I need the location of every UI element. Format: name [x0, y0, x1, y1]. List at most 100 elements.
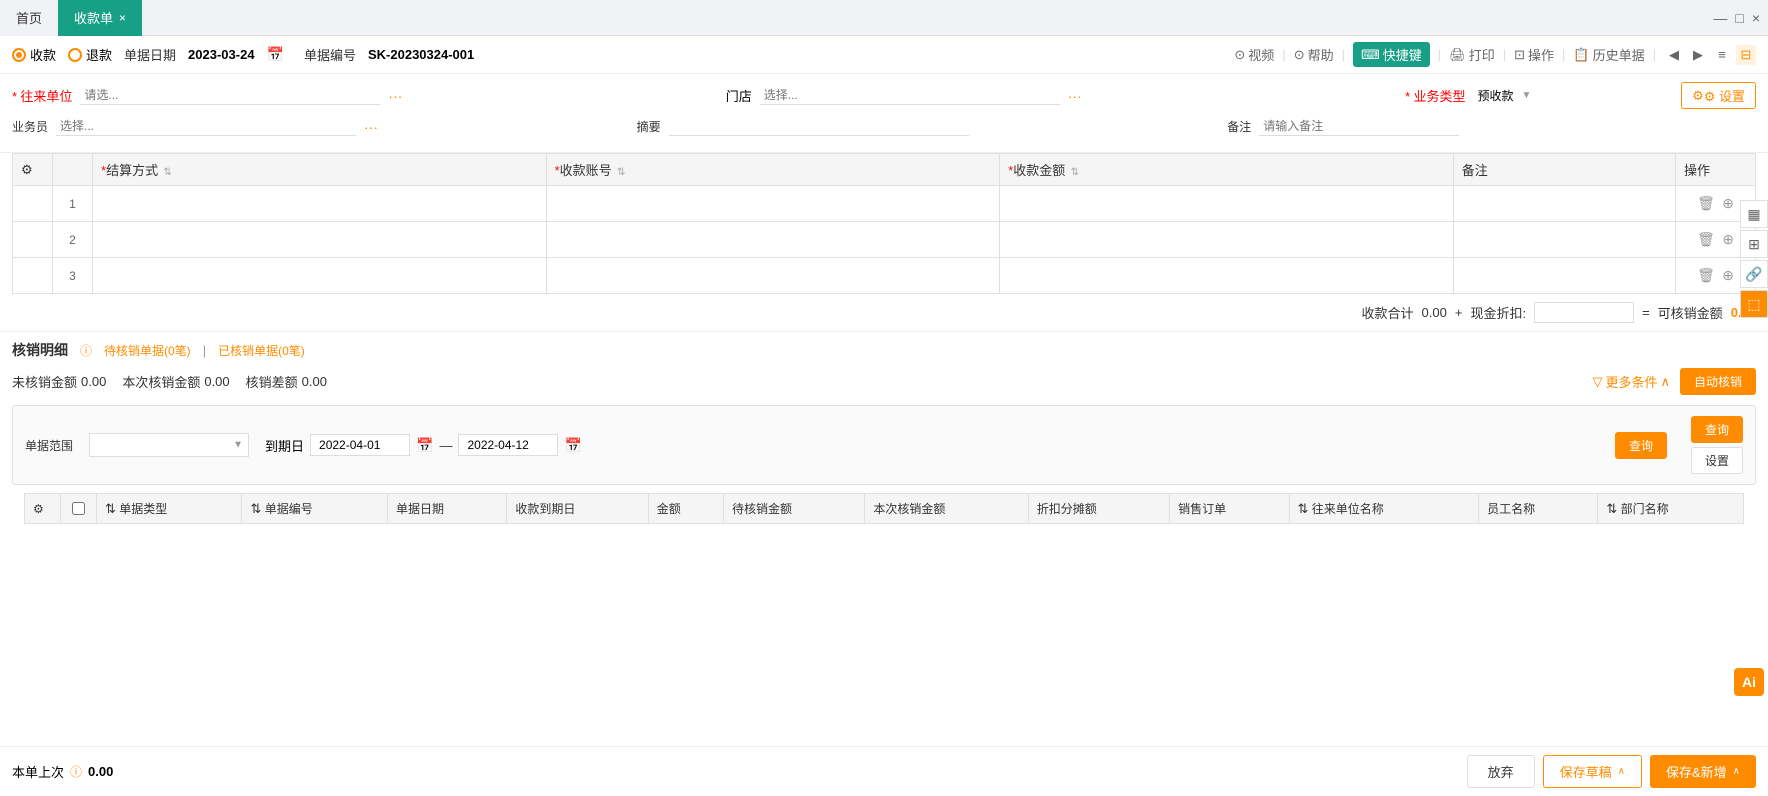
- row1-amount[interactable]: [1000, 186, 1454, 222]
- settings-btn[interactable]: ⚙ ⚙ 设置: [1681, 82, 1756, 109]
- total-value: 0.00: [1422, 305, 1447, 320]
- window-close-icon[interactable]: ×: [1752, 10, 1760, 26]
- row3-settlement[interactable]: [93, 258, 547, 294]
- save-draft-btn[interactable]: 保存草稿 ∧: [1543, 755, 1642, 788]
- gear-icon: ⚙: [21, 162, 33, 177]
- more-conditions-btn[interactable]: ▽ 更多条件 ∧: [1592, 372, 1670, 391]
- diff-value: 0.00: [302, 374, 327, 389]
- date-from-calendar-icon[interactable]: 📅: [416, 437, 433, 454]
- filter-auto-row: ▽ 更多条件 ∧ 自动核销: [1592, 368, 1756, 395]
- row2-delete-icon[interactable]: 🗑: [1697, 231, 1715, 247]
- btn-shortcut[interactable]: ⌨ 快捷键: [1353, 42, 1430, 67]
- th-amount-label: 收款金额: [1013, 163, 1065, 178]
- save-new-btn[interactable]: 保存&新增 ∧: [1650, 755, 1756, 788]
- arrow-right-icon[interactable]: ▶: [1688, 45, 1708, 65]
- number-value: SK-20230324-001: [368, 47, 474, 62]
- row2-account[interactable]: [546, 222, 1000, 258]
- verify-info-icon[interactable]: ⓘ: [80, 342, 92, 359]
- th-gear[interactable]: ⚙: [13, 154, 53, 186]
- setting-btn-2[interactable]: 设置: [1691, 447, 1743, 474]
- bottom-value: 0.00: [88, 764, 113, 779]
- btn-history[interactable]: 📋 历史单据: [1573, 45, 1644, 64]
- business-type-value: 预收款: [1477, 87, 1513, 104]
- row1-copy-icon[interactable]: ⊕: [1722, 195, 1734, 211]
- date-from-input[interactable]: [310, 434, 410, 456]
- query-btn[interactable]: 查询: [1615, 432, 1667, 459]
- float-link-icon[interactable]: 🔗: [1740, 260, 1768, 288]
- calendar-icon[interactable]: 📅: [267, 46, 284, 63]
- row2-settlement[interactable]: [93, 222, 547, 258]
- radio-refund-dot: [68, 48, 82, 62]
- discount-input[interactable]: [1534, 302, 1634, 323]
- verify-label: 可核销金额: [1658, 303, 1723, 322]
- abandon-btn[interactable]: 放弃: [1467, 755, 1535, 788]
- lth-amount: 金额: [648, 494, 723, 524]
- btn-help[interactable]: ⊙ 帮助: [1294, 45, 1334, 64]
- unverified-value: 0.00: [81, 374, 106, 389]
- arrow-left-icon[interactable]: ◀: [1664, 45, 1684, 65]
- window-min-icon[interactable]: —: [1713, 10, 1727, 26]
- radio-group: 收款 退款: [12, 45, 112, 64]
- filter-action-row: 查询: [1615, 432, 1667, 459]
- plus-sign: +: [1455, 305, 1463, 320]
- diff-label: 核销差额: [246, 372, 298, 391]
- counterpart-more-btn[interactable]: ···: [388, 88, 402, 104]
- query-btn-2[interactable]: 查询: [1691, 416, 1743, 443]
- btn-print[interactable]: 🖨 打印: [1449, 45, 1495, 64]
- radio-receipt-dot: [12, 48, 26, 62]
- auto-verify-btn[interactable]: 自动核销: [1680, 368, 1756, 395]
- staff-input[interactable]: [56, 117, 356, 136]
- store-input[interactable]: [760, 86, 1060, 105]
- th-settlement: *结算方式 ⇅: [93, 154, 547, 186]
- select-all-checkbox[interactable]: [72, 502, 85, 515]
- video-icon: ⊙: [1234, 47, 1245, 63]
- save-new-chevron-icon: ∧: [1733, 766, 1740, 777]
- row3-gear-cell: [13, 258, 53, 294]
- tab-done[interactable]: 已核销单据(0笔): [218, 342, 305, 359]
- row3-delete-icon[interactable]: 🗑: [1697, 267, 1715, 283]
- tab-receipt[interactable]: 收款单 ×: [58, 0, 142, 36]
- row3-copy-icon[interactable]: ⊕: [1722, 267, 1734, 283]
- row2-num: 2: [53, 222, 93, 258]
- store-more-btn[interactable]: ···: [1068, 88, 1082, 104]
- tab-close-icon[interactable]: ×: [119, 11, 126, 25]
- row3-account[interactable]: [546, 258, 1000, 294]
- tab-pending[interactable]: 待核销单据(0笔): [104, 342, 191, 359]
- table-area: ⚙ *结算方式 ⇅ *收款账号 ⇅ *收款金额 ⇅: [0, 153, 1768, 294]
- date-to-calendar-icon[interactable]: 📅: [564, 437, 581, 454]
- counterpart-input[interactable]: [80, 86, 380, 105]
- btn-operation[interactable]: ⊡ 操作: [1514, 45, 1554, 64]
- list-icon[interactable]: ≡: [1712, 45, 1732, 65]
- row1-remark[interactable]: [1453, 186, 1675, 222]
- range-select[interactable]: [89, 433, 249, 457]
- lth-gear[interactable]: ⚙: [25, 494, 61, 524]
- row2-copy-icon[interactable]: ⊕: [1722, 231, 1734, 247]
- remark-input[interactable]: [1259, 117, 1459, 136]
- radio-receipt[interactable]: 收款: [12, 45, 56, 64]
- lth-department: ⇅ 部门名称: [1598, 494, 1744, 524]
- row3-amount[interactable]: [1000, 258, 1454, 294]
- float-expand-icon[interactable]: ⬚: [1740, 290, 1768, 318]
- grid-icon[interactable]: ⊟: [1736, 45, 1756, 65]
- staff-more-btn[interactable]: ···: [364, 119, 378, 135]
- summary-input[interactable]: [669, 117, 969, 136]
- th-account-label: 收款账号: [560, 163, 612, 178]
- row1-delete-icon[interactable]: 🗑: [1697, 195, 1715, 211]
- float-table-icon[interactable]: ▦: [1740, 200, 1768, 228]
- row2-remark[interactable]: [1453, 222, 1675, 258]
- radio-refund[interactable]: 退款: [68, 45, 112, 64]
- row3-remark[interactable]: [1453, 258, 1675, 294]
- tab-home[interactable]: 首页: [0, 0, 58, 36]
- btn-video[interactable]: ⊙ 视频: [1234, 45, 1274, 64]
- row1-account[interactable]: [546, 186, 1000, 222]
- lth-number: ⇅ 单据编号: [242, 494, 387, 524]
- float-grid-icon[interactable]: ⊞: [1740, 230, 1768, 258]
- row2-amount[interactable]: [1000, 222, 1454, 258]
- row1-settlement[interactable]: [93, 186, 547, 222]
- date-to-input[interactable]: [458, 434, 558, 456]
- range-select-wrapper: ▼: [89, 433, 249, 457]
- bottom-info-icon[interactable]: ⓘ: [70, 763, 82, 780]
- business-type-dropdown-icon[interactable]: ▼: [1522, 90, 1532, 101]
- window-max-icon[interactable]: □: [1735, 10, 1743, 26]
- ai-badge[interactable]: Ai: [1734, 668, 1764, 696]
